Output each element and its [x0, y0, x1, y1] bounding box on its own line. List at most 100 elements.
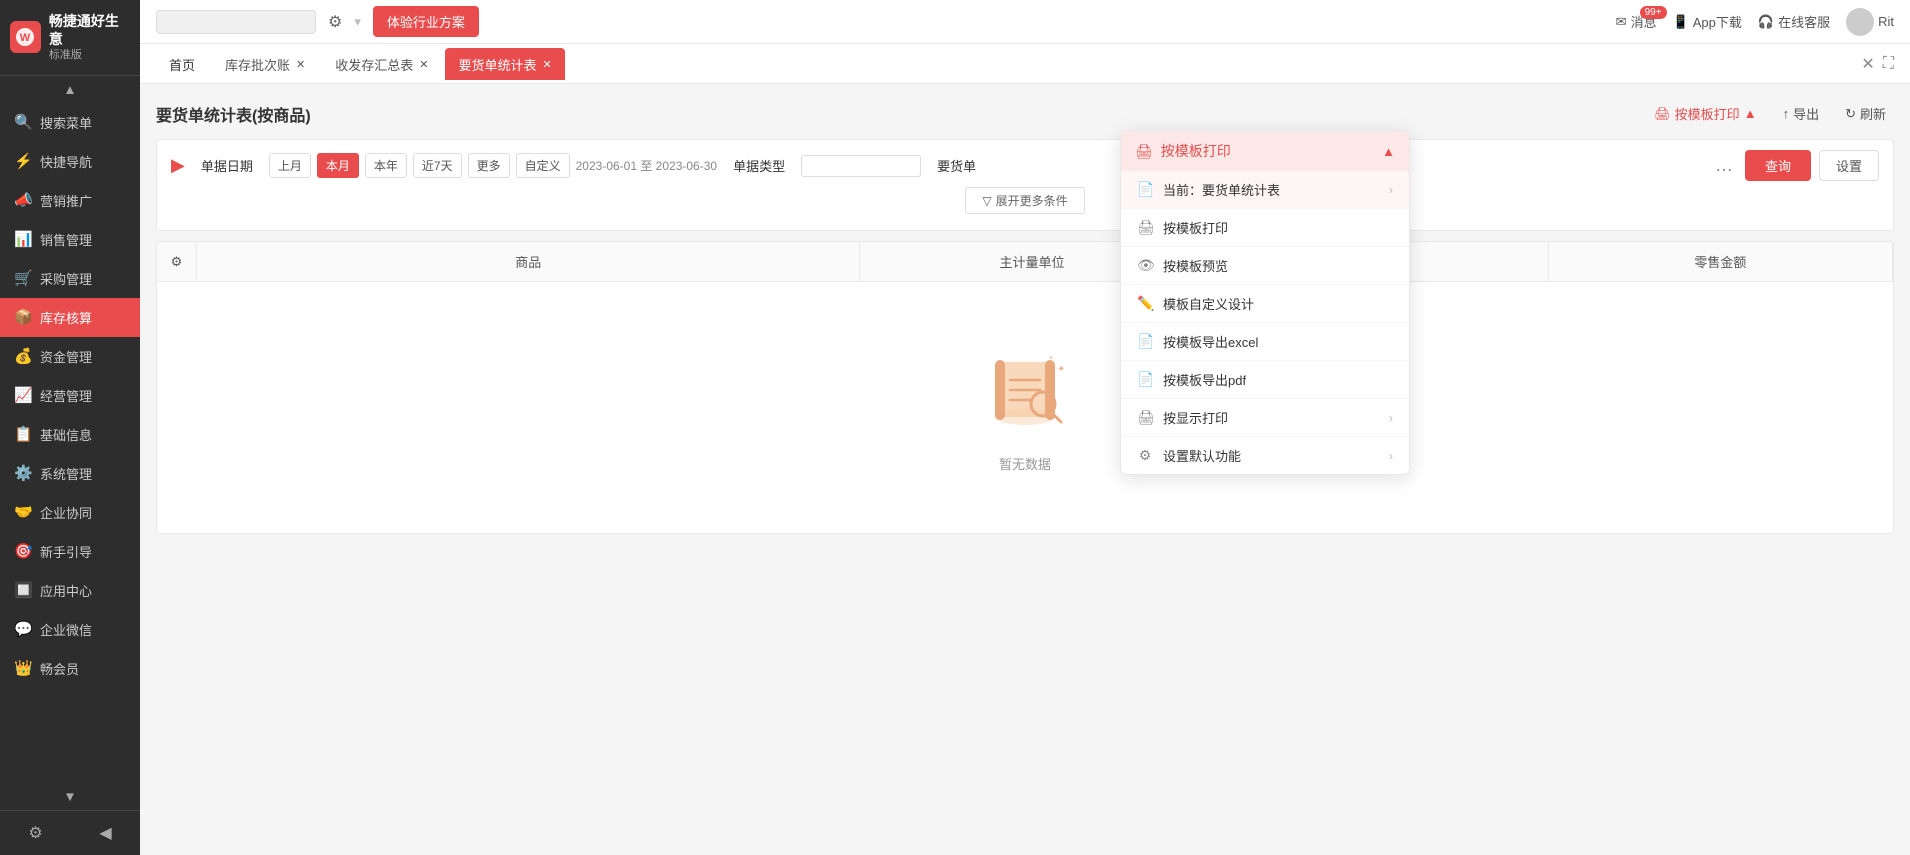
date-btn-this-year[interactable]: 本年 [365, 153, 407, 178]
dropdown-close-chevron-icon[interactable]: ▲ [1382, 144, 1395, 159]
data-table: ⚙ 商品 主计量单位 主数量 零售金额 [156, 241, 1894, 534]
expand-more-button[interactable]: ▽ 展开更多条件 [965, 187, 1084, 214]
topbar-right: ✉ 消息 99+ 📱 App下载 🎧 在线客服 Rit [1616, 8, 1894, 36]
dropdown-set-default-item[interactable]: ⚙ 设置默认功能 › [1121, 437, 1409, 474]
date-btn-this-month[interactable]: 本月 [317, 153, 359, 178]
date-btn-more[interactable]: 更多 [468, 153, 510, 178]
sidebar-item-inventory[interactable]: 📦 库存核算 [0, 298, 140, 337]
th-settings[interactable]: ⚙ [157, 244, 197, 280]
export-icon: ↑ [1783, 106, 1790, 121]
shortcut-icon: ⚡ [14, 152, 32, 170]
sidebar-item-marketing[interactable]: 📣 营销推广 [0, 181, 140, 220]
tab-batch-account-label: 库存批次账 [225, 55, 290, 74]
tab-order-stats[interactable]: 要货单统计表 ✕ [445, 48, 564, 80]
tab-batch-account[interactable]: 库存批次账 ✕ [212, 48, 318, 80]
sidebar-item-label: 资金管理 [40, 347, 92, 366]
query-button[interactable]: 查询 [1745, 150, 1811, 181]
type-filter-label: 单据类型 [733, 156, 785, 175]
topbar-gear-icon[interactable]: ⚙ [328, 12, 342, 32]
sidebar-item-appstore[interactable]: 🔲 应用中心 [0, 571, 140, 610]
more-options-icon[interactable]: … [1711, 155, 1737, 176]
sidebar-scroll-down[interactable]: ▼ [0, 783, 140, 810]
footer-sound-icon[interactable]: ◀ [95, 819, 115, 847]
dropdown-export-excel-label: 按模板导出excel [1163, 332, 1258, 351]
dropdown-display-print-item[interactable]: 🖨 按显示打印 › [1121, 399, 1409, 437]
template-print-button[interactable]: 🖨 按模板打印 ▲ [1646, 100, 1764, 127]
export-button[interactable]: ↑ 导出 [1775, 100, 1828, 127]
sidebar-item-sales[interactable]: 📊 销售管理 [0, 220, 140, 259]
sidebar-item-label: 库存核算 [40, 308, 92, 327]
tab-receipt-summary-close-icon[interactable]: ✕ [419, 58, 428, 71]
topbar-user[interactable]: Rit [1846, 8, 1894, 36]
app-download-label: App下载 [1693, 12, 1742, 31]
sidebar-nav: 🔍 搜索菜单 ⚡ 快捷导航 📣 营销推广 📊 销售管理 🛒 采购管理 📦 库存核… [0, 103, 140, 783]
sidebar: W 畅捷通好生意 标准版 ▲ 🔍 搜索菜单 ⚡ 快捷导航 📣 营销推广 📊 销售… [0, 0, 140, 855]
sidebar-item-search[interactable]: 🔍 搜索菜单 [0, 103, 140, 142]
dropdown-template-custom-item[interactable]: ✏️ 模板自定义设计 [1121, 285, 1409, 323]
footer-settings-icon[interactable]: ⚙ [24, 819, 46, 847]
sidebar-item-basic[interactable]: 📋 基础信息 [0, 415, 140, 454]
inventory-icon: 📦 [14, 308, 32, 326]
tab-home[interactable]: 首页 [156, 48, 208, 80]
sidebar-item-member[interactable]: 👑 畅会员 [0, 649, 140, 688]
filter-row: ▶ 单据日期 上月 本月 本年 近7天 更多 自定义 2023-06-01 至 … [171, 150, 1879, 181]
sales-icon: 📊 [14, 230, 32, 248]
sidebar-item-operation[interactable]: 📈 经营管理 [0, 376, 140, 415]
topbar-app-download[interactable]: 📱 App下载 [1673, 12, 1742, 31]
page-title: 要货单统计表(按商品) [156, 102, 311, 126]
settings-button[interactable]: 设置 [1819, 150, 1879, 181]
dropdown-set-default-icon: ⚙ [1137, 447, 1153, 464]
sidebar-item-label: 企业协同 [40, 503, 92, 522]
current-item-chevron-icon: › [1389, 183, 1393, 197]
filter-type-select [801, 155, 921, 177]
refresh-icon: ↻ [1845, 106, 1856, 122]
date-btn-custom[interactable]: 自定义 [516, 153, 570, 178]
purchase-icon: 🛒 [14, 269, 32, 287]
dropdown-export-pdf-item[interactable]: 📄 按模板导出pdf [1121, 361, 1409, 399]
display-print-chevron-icon: › [1389, 411, 1393, 425]
tab-receipt-summary[interactable]: 收发存汇总表 ✕ [322, 48, 441, 80]
appstore-icon: 🔲 [14, 581, 32, 599]
dropdown-print-icon: 🖨 [1135, 143, 1153, 160]
export-label: 导出 [1793, 104, 1819, 123]
sidebar-item-newbie[interactable]: 🎯 新手引导 [0, 532, 140, 571]
sidebar-item-system[interactable]: ⚙️ 系统管理 [0, 454, 140, 493]
dropdown-template-preview-item[interactable]: 👁 按模板预览 [1121, 247, 1409, 285]
wechat-icon: 💬 [14, 620, 32, 638]
topbar-online-service[interactable]: 🎧 在线客服 [1758, 12, 1830, 31]
tab-order-stats-close-icon[interactable]: ✕ [543, 58, 552, 71]
tab-receipt-summary-label: 收发存汇总表 [335, 55, 413, 74]
main-area: ⚙ ▾ 体验行业方案 ✉ 消息 99+ 📱 App下载 🎧 在线客服 Rit [140, 0, 1910, 855]
logo-main-text: 畅捷通好生意 [49, 12, 130, 48]
dropdown-template-print-item[interactable]: 🖨 按模板打印 [1121, 209, 1409, 247]
date-btn-7days[interactable]: 近7天 [413, 153, 462, 178]
page-header: 要货单统计表(按商品) 🖨 按模板打印 ▲ ↑ 导出 ↻ 刷新 [156, 100, 1894, 127]
sidebar-item-label: 销售管理 [40, 230, 92, 249]
window-close-icon[interactable]: ✕ [1861, 54, 1874, 74]
window-expand-icon[interactable]: ⛶ [1883, 55, 1894, 73]
template-print-icon: 🖨 [1654, 106, 1671, 122]
sidebar-item-wechat[interactable]: 💬 企业微信 [0, 610, 140, 649]
tab-batch-account-close-icon[interactable]: ✕ [296, 58, 305, 71]
date-btn-last-month[interactable]: 上月 [269, 153, 311, 178]
sidebar-item-purchase[interactable]: 🛒 采购管理 [0, 259, 140, 298]
sidebar-item-collab[interactable]: 🤝 企业协同 [0, 493, 140, 532]
dropdown-export-excel-item[interactable]: 📄 按模板导出excel [1121, 323, 1409, 361]
sidebar-item-shortcut[interactable]: ⚡ 快捷导航 [0, 142, 140, 181]
marketing-icon: 📣 [14, 191, 32, 209]
user-name: Rit [1878, 14, 1894, 29]
filter-expand-icon[interactable]: ▶ [171, 155, 185, 176]
sidebar-scroll-up[interactable]: ▲ [0, 76, 140, 103]
app-download-icon: 📱 [1673, 14, 1689, 30]
topbar-search-input[interactable] [156, 10, 316, 34]
refresh-button[interactable]: ↻ 刷新 [1837, 100, 1894, 127]
dropdown-current-item[interactable]: 📄 当前：要货单统计表 › [1121, 171, 1409, 209]
topbar-message[interactable]: ✉ 消息 99+ [1616, 12, 1657, 31]
basic-icon: 📋 [14, 425, 32, 443]
type-select-box[interactable] [801, 155, 921, 177]
svg-text:W: W [20, 32, 31, 44]
trial-industry-button[interactable]: 体验行业方案 [373, 6, 479, 37]
sidebar-item-finance[interactable]: 💰 资金管理 [0, 337, 140, 376]
sidebar-item-label: 基础信息 [40, 425, 92, 444]
sidebar-item-label: 营销推广 [40, 191, 92, 210]
